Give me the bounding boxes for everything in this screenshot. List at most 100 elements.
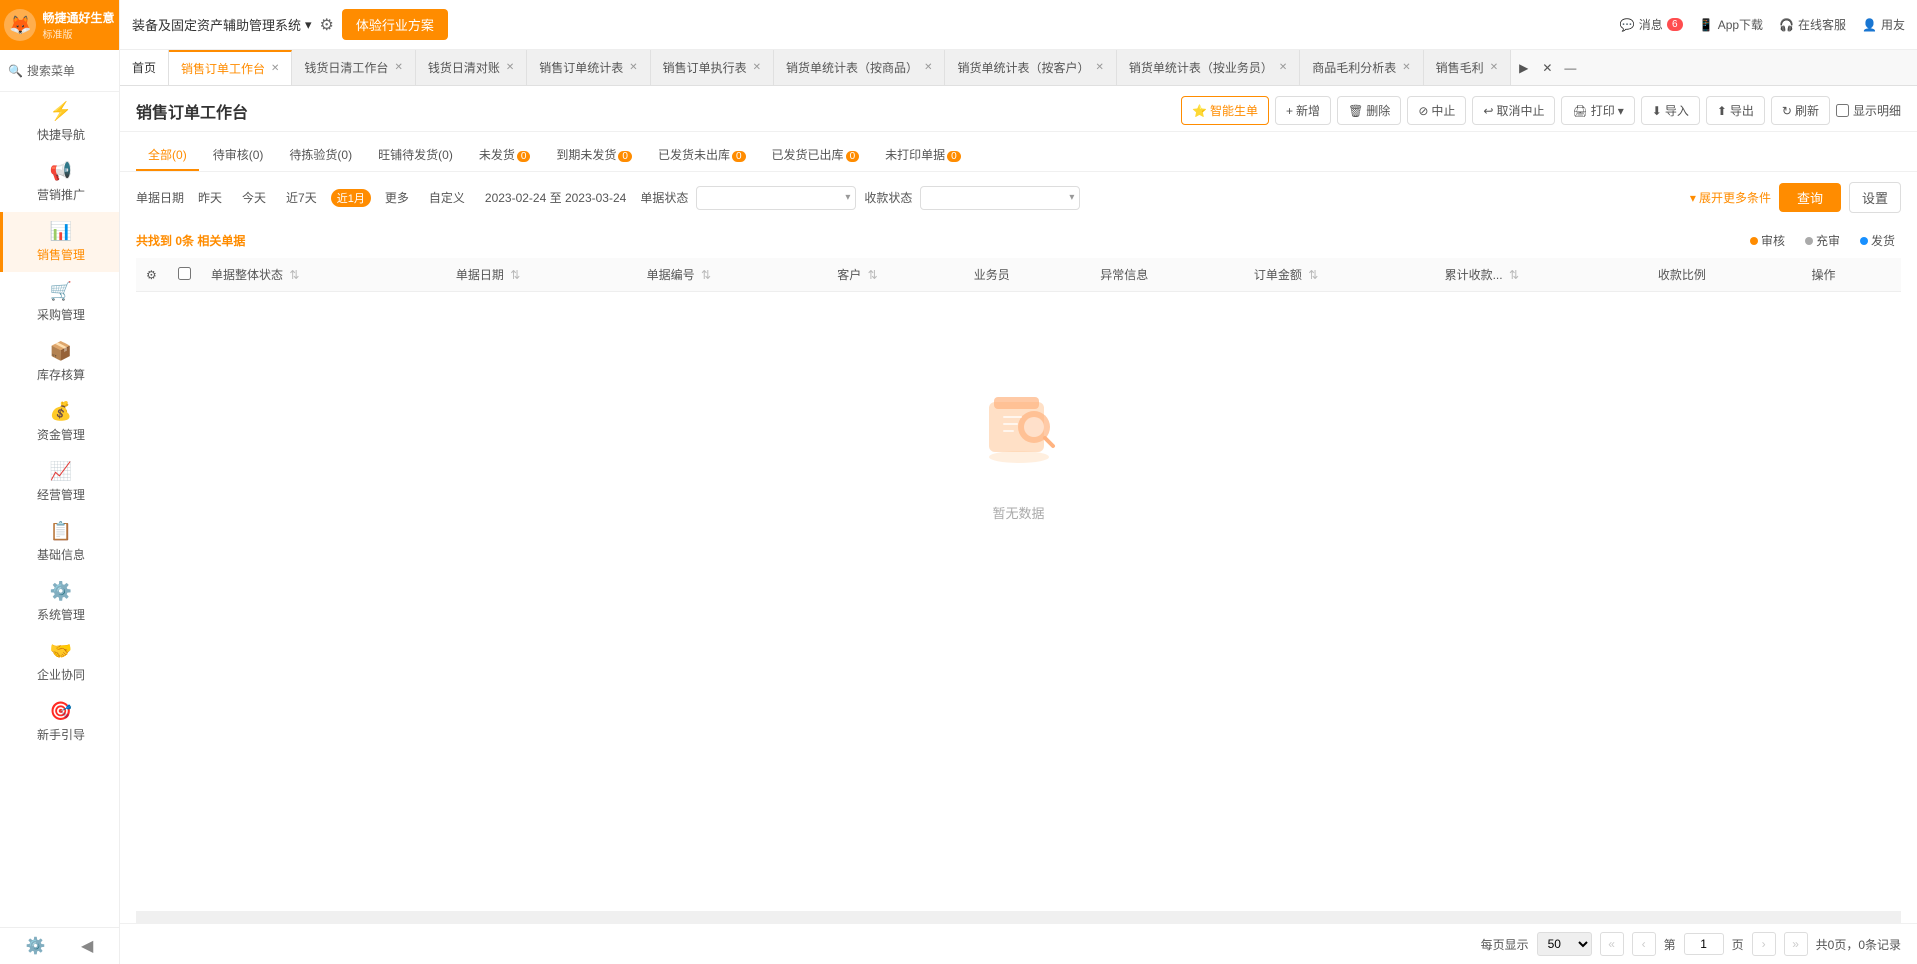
- next-page-button[interactable]: ›: [1752, 932, 1776, 956]
- refresh-button[interactable]: ↻ 刷新: [1771, 96, 1830, 125]
- import-button[interactable]: ⬇ 导入: [1641, 96, 1700, 125]
- filter-today-btn[interactable]: 今天: [236, 187, 272, 208]
- status-select[interactable]: [696, 186, 856, 210]
- delete-button[interactable]: 🗑 删除: [1337, 96, 1401, 125]
- tab-close-sales-workbench[interactable]: ✕: [271, 63, 279, 74]
- filter-last1month-btn[interactable]: 近1月: [331, 189, 371, 207]
- tab-close-sales-summary-product[interactable]: ✕: [924, 62, 932, 73]
- online-service-button[interactable]: 🎧 在线客服: [1779, 16, 1846, 33]
- filter-more-btn[interactable]: 更多: [379, 187, 415, 208]
- tab-close-sales-profit[interactable]: ✕: [1490, 62, 1498, 73]
- tab-minimize-button[interactable]: —: [1558, 50, 1582, 86]
- cancel-stop-button[interactable]: ↩ 取消中止: [1472, 96, 1555, 125]
- subtab-shipped-not-in[interactable]: 已发货未出库0: [646, 140, 758, 171]
- quick-review-button[interactable]: 审核: [1744, 229, 1791, 252]
- page-word: 第: [1664, 936, 1676, 953]
- show-detail-checkbox-wrap[interactable]: 显示明细: [1836, 102, 1901, 119]
- subtab-overdue-not-shipped[interactable]: 到期未发货0: [544, 140, 644, 171]
- subtab-pending-inspection[interactable]: 待拣验货(0): [277, 140, 364, 171]
- industry-solution-button[interactable]: 体验行业方案: [342, 9, 448, 40]
- print-button[interactable]: 🖨 打印 ▾: [1561, 96, 1634, 125]
- subtab-wangpu[interactable]: 旺铺待发货(0): [366, 140, 465, 171]
- page-size-select[interactable]: 20 50 100: [1537, 932, 1592, 956]
- tab-close-sales-exec[interactable]: ✕: [753, 62, 761, 73]
- page-number-input[interactable]: [1684, 933, 1724, 955]
- col-ratio: 收款比例: [1648, 258, 1802, 292]
- tab-cash-account[interactable]: 钱货日清对账 ✕: [416, 50, 527, 86]
- select-all-checkbox[interactable]: [178, 267, 191, 280]
- module-selector[interactable]: 装备及固定资产辅助管理系统 ▾: [132, 15, 312, 34]
- stop-button[interactable]: ⊘ 中止: [1407, 96, 1466, 125]
- last-page-button[interactable]: »: [1784, 932, 1808, 956]
- app-download-button[interactable]: 📱 App下载: [1699, 16, 1763, 33]
- subtab-not-printed[interactable]: 未打印单据0: [873, 140, 973, 171]
- subtab-shipped-in[interactable]: 已发货已出库0: [760, 140, 872, 171]
- sidebar-item-sales[interactable]: 📊 销售管理: [0, 212, 119, 272]
- subtab-all[interactable]: 全部(0): [136, 140, 199, 171]
- tab-sales-summary-product[interactable]: 销货单统计表（按商品） ✕: [774, 50, 945, 86]
- horizontal-scrollbar[interactable]: [136, 911, 1901, 923]
- tab-close-gross-margin[interactable]: ✕: [1402, 62, 1410, 73]
- tab-sales-workbench[interactable]: 销售订单工作台 ✕: [169, 50, 292, 86]
- tab-sales-summary-staff[interactable]: 销货单统计表（按业务员） ✕: [1117, 50, 1300, 86]
- sidebar-item-newbie[interactable]: 🎯 新手引导: [0, 692, 119, 752]
- tab-close-sales-stats[interactable]: ✕: [629, 62, 637, 73]
- sidebar-item-system[interactable]: ⚙️ 系统管理: [0, 572, 119, 632]
- sidebar-settings-button[interactable]: ⚙️: [26, 936, 46, 956]
- tab-sales-profit[interactable]: 销售毛利 ✕: [1424, 50, 1511, 86]
- first-page-button[interactable]: «: [1600, 932, 1624, 956]
- sidebar-item-quick-nav[interactable]: ⚡ 快捷导航: [0, 92, 119, 152]
- tab-close-sales-summary-staff[interactable]: ✕: [1279, 62, 1287, 73]
- date-range-display: 2023-02-24 至 2023-03-24: [479, 187, 632, 208]
- sidebar-item-finance[interactable]: 💰 资金管理: [0, 392, 119, 452]
- filter-last7-btn[interactable]: 近7天: [280, 187, 323, 208]
- query-button[interactable]: 查询: [1779, 183, 1841, 212]
- result-count: 共找到 0条 相关单据: [136, 232, 245, 249]
- shipped-not-in-badge: 0: [732, 151, 746, 162]
- sidebar-item-marketing[interactable]: 📢 营销推广: [0, 152, 119, 212]
- sidebar-item-enterprise[interactable]: 🤝 企业协同: [0, 632, 119, 692]
- tab-cash-daily[interactable]: 钱货日清工作台 ✕: [292, 50, 415, 86]
- purchase-icon: 🛒: [50, 281, 72, 302]
- topbar-gear-icon[interactable]: ⚙: [320, 15, 334, 35]
- sidebar-collapse-button[interactable]: ◀: [81, 936, 93, 956]
- tab-close-sales-summary-customer[interactable]: ✕: [1095, 62, 1103, 73]
- search-menu-button[interactable]: 🔍 搜索菜单: [8, 58, 111, 83]
- sidebar-item-operations[interactable]: 📈 经营管理: [0, 452, 119, 512]
- stop-icon: ⊘: [1418, 104, 1428, 118]
- topbar-actions: 💬 消息 6 📱 App下载 🎧 在线客服 👤 用友: [1620, 16, 1905, 33]
- sidebar-item-purchase[interactable]: 🛒 采购管理: [0, 272, 119, 332]
- prev-page-button[interactable]: ‹: [1632, 932, 1656, 956]
- date-filter-label: 单据日期: [136, 189, 184, 206]
- quick-ship-button[interactable]: 发货: [1854, 229, 1901, 252]
- tab-sales-summary-customer[interactable]: 销货单统计表（按客户） ✕: [945, 50, 1116, 86]
- subtab-not-shipped[interactable]: 未发货0: [467, 140, 543, 171]
- col-amount: 订单金额 ⇅: [1244, 258, 1435, 292]
- sidebar-item-inventory[interactable]: 📦 库存核算: [0, 332, 119, 392]
- message-button[interactable]: 💬 消息 6: [1620, 16, 1683, 33]
- tab-home[interactable]: 首页: [120, 50, 169, 86]
- subtab-pending-review[interactable]: 待审核(0): [201, 140, 276, 171]
- tab-sales-stats[interactable]: 销售订单统计表 ✕: [527, 50, 650, 86]
- tab-close-cash-account[interactable]: ✕: [506, 62, 514, 73]
- tab-close-cash-daily[interactable]: ✕: [394, 62, 402, 73]
- show-detail-checkbox[interactable]: [1836, 104, 1849, 117]
- export-button[interactable]: ⬆ 导出: [1706, 96, 1765, 125]
- tab-more-button[interactable]: ▶: [1511, 50, 1536, 86]
- sidebar-item-basic-info[interactable]: 📋 基础信息: [0, 512, 119, 572]
- new-button[interactable]: + 新增: [1275, 96, 1331, 125]
- smart-create-button[interactable]: ⭐ 智能生单: [1181, 96, 1269, 125]
- enterprise-icon: 🤝: [50, 641, 72, 662]
- star-icon: ⭐: [1192, 104, 1207, 118]
- filter-setting-button[interactable]: 设置: [1849, 182, 1901, 213]
- user-menu-button[interactable]: 👤 用友: [1862, 16, 1905, 33]
- tab-sales-exec[interactable]: 销售订单执行表 ✕: [651, 50, 774, 86]
- filter-yesterday-btn[interactable]: 昨天: [192, 187, 228, 208]
- payment-select[interactable]: [920, 186, 1080, 210]
- expand-conditions-button[interactable]: ▾ 展开更多条件: [1690, 189, 1771, 206]
- tab-close-all-button[interactable]: ✕: [1536, 50, 1558, 86]
- cancel-icon: ↩: [1483, 104, 1493, 118]
- filter-custom-btn[interactable]: 自定义: [423, 187, 471, 208]
- quick-cancel-review-button[interactable]: 充审: [1799, 229, 1846, 252]
- tab-gross-margin[interactable]: 商品毛利分析表 ✕: [1300, 50, 1423, 86]
